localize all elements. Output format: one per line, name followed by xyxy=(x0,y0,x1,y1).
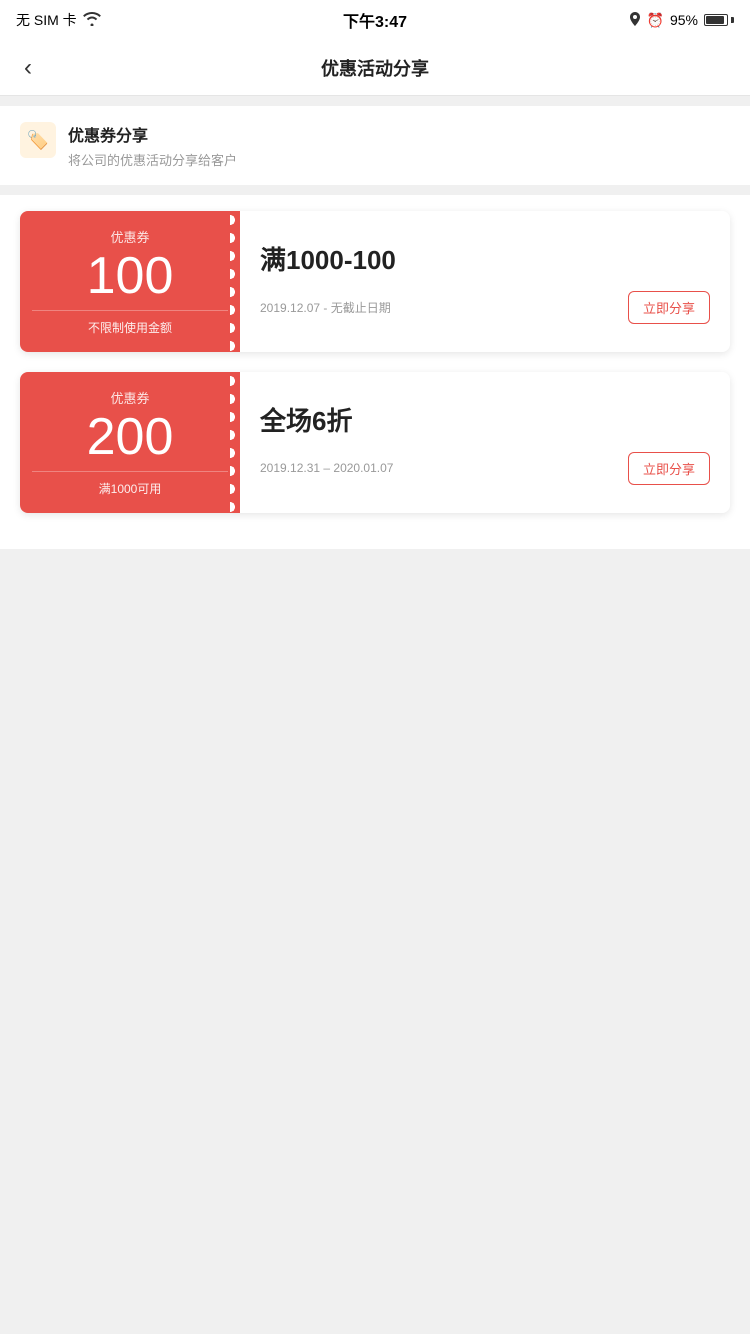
coupon-condition-2: 满1000可用 xyxy=(99,480,162,497)
coupon-condition-1: 不限制使用金额 xyxy=(88,319,172,336)
coupon-divider-1 xyxy=(32,310,228,311)
section-icon: 🏷️ xyxy=(20,122,56,158)
wifi-icon xyxy=(83,12,101,29)
coupon-list: 优惠券 100 不限制使用金额 满1000-100 2019.12.07 - 无… xyxy=(0,195,750,549)
coupon-right-2: 全场6折 2019.12.31 – 2020.01.07 立即分享 xyxy=(240,372,730,513)
section-subtitle: 将公司的优惠活动分享给客户 xyxy=(68,150,237,169)
coupon-card-1: 优惠券 100 不限制使用金额 满1000-100 2019.12.07 - 无… xyxy=(20,211,730,352)
coupon-amount-2: 200 xyxy=(87,411,174,463)
section-title: 优惠券分享 xyxy=(68,122,237,146)
share-button-2[interactable]: 立即分享 xyxy=(628,452,710,485)
nav-bar: ‹ 优惠活动分享 xyxy=(0,40,750,96)
status-time: 下午3:47 xyxy=(343,8,407,32)
carrier-text: 无 SIM 卡 xyxy=(16,10,77,30)
empty-area xyxy=(0,549,750,949)
status-bar: 无 SIM 卡 下午3:47 ⏰ 95% xyxy=(0,0,750,40)
coupon-label-1: 优惠券 xyxy=(110,227,149,246)
battery-percent: 95% xyxy=(670,12,698,28)
battery-icon xyxy=(704,14,734,26)
coupon-title-2: 全场6折 xyxy=(260,401,710,438)
coupon-title-1: 满1000-100 xyxy=(260,240,710,277)
coupon-left-1: 优惠券 100 不限制使用金额 xyxy=(20,211,240,352)
coupon-label-2: 优惠券 xyxy=(110,388,149,407)
page-title: 优惠活动分享 xyxy=(321,55,429,81)
coupon-left-2: 优惠券 200 满1000可用 xyxy=(20,372,240,513)
coupon-meta-2: 2019.12.31 – 2020.01.07 立即分享 xyxy=(260,452,710,485)
coupon-date-2: 2019.12.31 – 2020.01.07 xyxy=(260,461,628,475)
section-header: 🏷️ 优惠券分享 将公司的优惠活动分享给客户 xyxy=(0,106,750,185)
location-icon xyxy=(629,12,641,29)
coupon-divider-2 xyxy=(32,471,228,472)
coupon-amount-1: 100 xyxy=(87,250,174,302)
status-left: 无 SIM 卡 xyxy=(16,10,101,30)
coupon-card-2: 优惠券 200 满1000可用 全场6折 2019.12.31 – 2020.0… xyxy=(20,372,730,513)
section-text: 优惠券分享 将公司的优惠活动分享给客户 xyxy=(68,122,237,169)
back-button[interactable]: ‹ xyxy=(16,46,40,90)
coupon-icon: 🏷️ xyxy=(27,130,49,151)
share-button-1[interactable]: 立即分享 xyxy=(628,291,710,324)
coupon-meta-1: 2019.12.07 - 无截止日期 立即分享 xyxy=(260,291,710,324)
status-right: ⏰ 95% xyxy=(629,12,734,29)
coupon-right-1: 满1000-100 2019.12.07 - 无截止日期 立即分享 xyxy=(240,211,730,352)
alarm-icon: ⏰ xyxy=(647,12,664,29)
coupon-date-1: 2019.12.07 - 无截止日期 xyxy=(260,299,628,316)
